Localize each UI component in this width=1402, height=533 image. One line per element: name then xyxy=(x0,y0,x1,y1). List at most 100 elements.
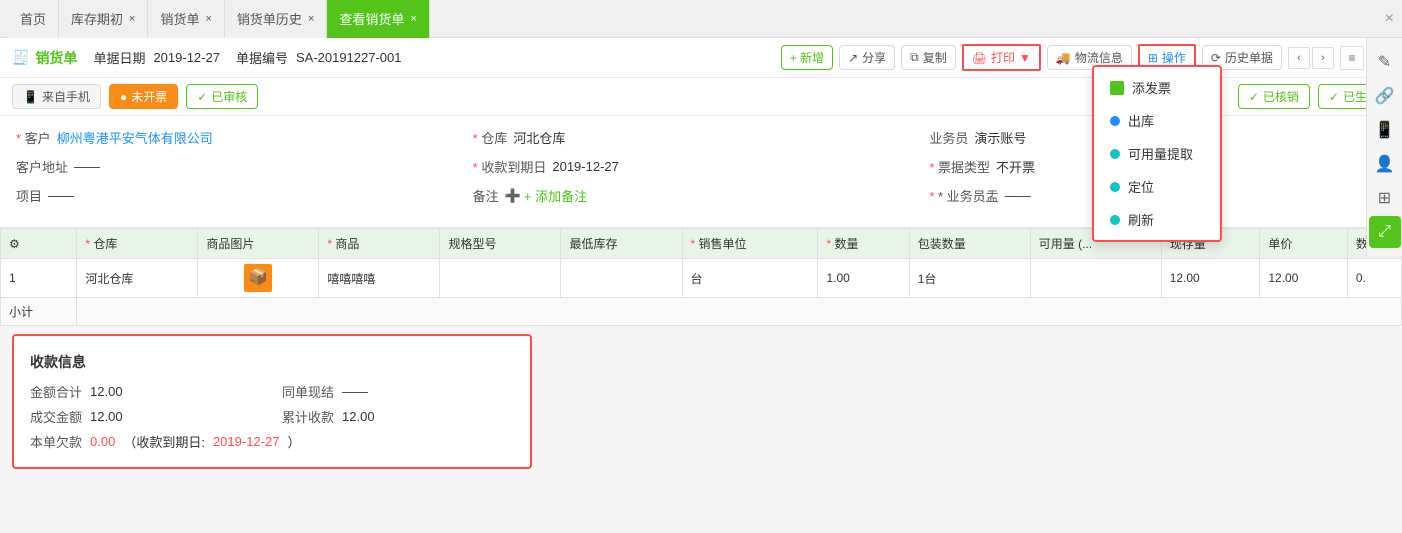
sales-employee-label: * 业务员盂 xyxy=(929,186,998,205)
tab-inventory-init[interactable]: 库存期初 × xyxy=(59,0,148,38)
cell-quantity: 1.00 xyxy=(818,259,909,298)
same-order-settle-row: 同单现结 —— xyxy=(282,382,514,401)
salesperson-label: 业务员 xyxy=(929,128,968,147)
customer-value[interactable]: 柳州粤港平安气体有限公司 xyxy=(57,128,213,147)
sidebar-edit-icon[interactable]: ✎ xyxy=(1369,46,1401,78)
dropdown-locate[interactable]: 定位 xyxy=(1094,170,1220,203)
tab-sales-order-history-close[interactable]: × xyxy=(308,13,314,25)
cumulative-receipt-row: 累计收款 12.00 xyxy=(282,407,514,426)
same-order-settle-value: —— xyxy=(342,384,368,399)
col-quantity: 数量 xyxy=(818,229,909,259)
address-label: 客户地址 xyxy=(16,157,68,176)
subtotal-values xyxy=(77,298,1402,326)
col-product: 商品 xyxy=(319,229,440,259)
due-date-value: 2019-12-27 xyxy=(213,434,280,449)
total-amount-label: 金额合计 xyxy=(30,382,82,401)
dropdown-refresh[interactable]: 刷新 xyxy=(1094,203,1220,236)
doc-title: 🧾 销货单 xyxy=(12,48,77,68)
add-note-button[interactable]: ➕ + 添加备注 xyxy=(505,186,587,205)
cell-product-image: 📦 xyxy=(198,259,319,298)
tab-bar-close-all[interactable]: × xyxy=(1385,10,1394,28)
doc-meta: 单据日期 2019-12-27 单据编号 SA-20191227-001 xyxy=(93,48,401,67)
tab-sales-order-label: 销货单 xyxy=(160,9,199,28)
table-wrapper: ⚙ 仓库 商品图片 商品 规格型号 最低库存 销售单位 数量 包装数量 可用量 … xyxy=(0,228,1402,326)
sold-button[interactable]: ✓ 已核销 xyxy=(1238,84,1310,109)
effect-check-icon: ✓ xyxy=(1329,90,1339,104)
col-product-image: 商品图片 xyxy=(198,229,319,259)
col-settings[interactable]: ⚙ xyxy=(1,229,77,259)
tab-view-sales-order-close[interactable]: × xyxy=(410,13,416,25)
sidebar-user-icon[interactable]: 👤 xyxy=(1369,148,1401,180)
tab-sales-order-close[interactable]: × xyxy=(205,13,211,25)
copy-button[interactable]: ⧉ 复制 xyxy=(901,45,956,70)
nav-next[interactable]: › xyxy=(1312,47,1334,69)
sales-table: ⚙ 仓库 商品图片 商品 规格型号 最低库存 销售单位 数量 包装数量 可用量 … xyxy=(0,228,1402,326)
subtotal-row: 小计 xyxy=(1,298,1402,326)
tab-inventory-init-label: 库存期初 xyxy=(71,9,123,28)
ticket-type-value: 不开票 xyxy=(996,157,1035,176)
not-open-ticket-button[interactable]: ● 未开票 xyxy=(109,84,178,109)
col-unit-price: 单价 xyxy=(1260,229,1348,259)
col-spec: 规格型号 xyxy=(440,229,561,259)
project-value: —— xyxy=(48,188,74,203)
project-label: 项目 xyxy=(16,186,42,205)
ticket-icon: ● xyxy=(120,90,127,104)
sidebar-table-icon[interactable]: ⊞ xyxy=(1369,182,1401,214)
warehouse-value: 河北仓库 xyxy=(513,128,565,147)
locate-icon xyxy=(1110,182,1120,192)
reviewed-button[interactable]: ✓ 已审核 xyxy=(186,84,258,109)
payment-info-grid: 金额合计 12.00 同单现结 —— 成交金额 12.00 累计收款 12.00… xyxy=(30,382,514,451)
cell-amount: 0. xyxy=(1347,259,1401,298)
subtotal-label: 小计 xyxy=(1,298,77,326)
cell-unit-price: 12.00 xyxy=(1260,259,1348,298)
refresh-icon xyxy=(1110,215,1120,225)
tab-sales-order-history-label: 销货单历史 xyxy=(237,9,302,28)
tab-inventory-init-close[interactable]: × xyxy=(129,13,135,25)
print-dropdown-icon: ▼ xyxy=(1019,51,1031,65)
tab-home-label: 首页 xyxy=(20,9,46,28)
sidebar-link-icon[interactable]: 🔗 xyxy=(1369,80,1401,112)
customer-label: 客户 xyxy=(16,128,51,147)
doc-date-label: 单据日期 2019-12-27 xyxy=(93,48,220,67)
this-order-due-value: 0.00 xyxy=(90,434,115,449)
table-row: 1 河北仓库 📦 嘻嘻嘻嘻 台 1.00 1台 12.00 12.00 0. xyxy=(1,259,1402,298)
cell-min-stock xyxy=(561,259,682,298)
new-button[interactable]: + 新增 xyxy=(781,45,833,70)
print-button[interactable]: 🖨 打印 ▼ xyxy=(962,44,1041,71)
sidebar-phone-icon[interactable]: 📱 xyxy=(1369,114,1401,146)
ticket-type-label: 票据类型 xyxy=(929,157,990,176)
cumulative-receipt-label: 累计收款 xyxy=(282,407,334,426)
total-amount-row: 金额合计 12.00 xyxy=(30,382,262,401)
cell-row-num: 1 xyxy=(1,259,77,298)
dropdown-outbound[interactable]: 出库 xyxy=(1094,104,1220,137)
note-label: 备注 xyxy=(473,186,499,205)
cumulative-receipt-value: 12.00 xyxy=(342,409,375,424)
customer-field: 客户 柳州粤港平安气体有限公司 xyxy=(16,128,473,147)
cell-available-qty xyxy=(1030,259,1161,298)
address-value: —— xyxy=(74,159,100,174)
tab-sales-order[interactable]: 销货单 × xyxy=(148,0,224,38)
sidebar-expand-icon[interactable]: ⤢ xyxy=(1369,216,1401,248)
dropdown-available-qty[interactable]: 可用量提取 xyxy=(1094,137,1220,170)
view-list-btn[interactable]: ≡ xyxy=(1340,46,1364,70)
col-sales-unit: 销售单位 xyxy=(682,229,818,259)
from-mobile-button[interactable]: 📱 来自手机 xyxy=(12,84,101,109)
mobile-icon: 📱 xyxy=(23,90,38,104)
nav-prev[interactable]: ‹ xyxy=(1288,47,1310,69)
history-icon: ⟳ xyxy=(1211,51,1221,65)
available-qty-icon xyxy=(1110,149,1120,159)
add-note-plus-icon: ➕ xyxy=(505,188,521,204)
this-order-due-row: 本单欠款 0.00 （收款到期日: 2019-12-27 ） xyxy=(30,432,514,451)
dropdown-add-invoice[interactable]: 添发票 xyxy=(1094,71,1220,104)
outbound-icon xyxy=(1110,116,1120,126)
tab-sales-order-history[interactable]: 销货单历史 × xyxy=(225,0,327,38)
due-note-prefix: （收款到期日: xyxy=(123,432,205,451)
share-button[interactable]: ↗ 分享 xyxy=(839,45,895,70)
tab-home[interactable]: 首页 xyxy=(8,0,59,38)
note-field: 备注 ➕ + 添加备注 xyxy=(473,186,930,205)
doc-title-text: 销货单 xyxy=(35,48,77,68)
warehouse-label: 仓库 xyxy=(473,128,508,147)
action-bar-left: 📱 来自手机 ● 未开票 ✓ 已审核 xyxy=(12,84,258,109)
tab-view-sales-order[interactable]: 查看销货单 × xyxy=(327,0,429,38)
cell-current-qty: 12.00 xyxy=(1161,259,1260,298)
